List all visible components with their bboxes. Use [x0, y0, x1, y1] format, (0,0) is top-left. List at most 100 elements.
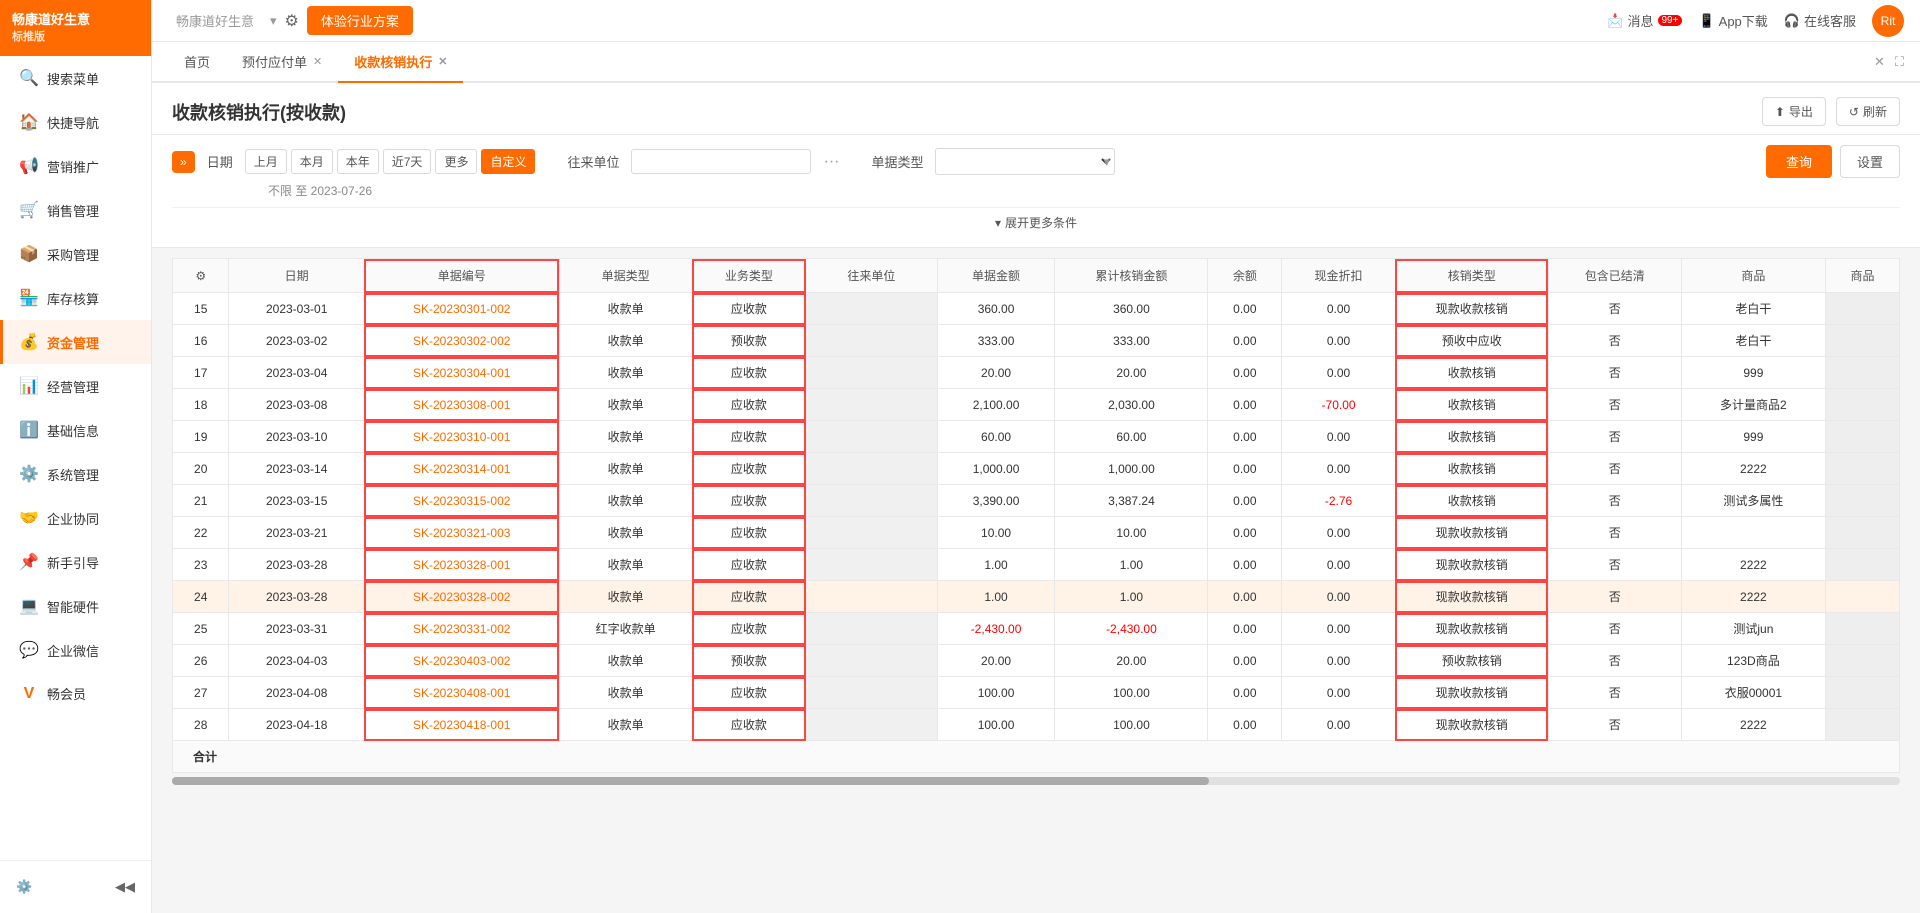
cell-balance: 0.00	[1208, 581, 1282, 613]
cell-verify-type: 现款收款核销	[1395, 293, 1548, 325]
horizontal-scrollbar[interactable]	[172, 777, 1900, 785]
expand-chevron-icon: ▾	[995, 216, 1001, 230]
cell-balance: 0.00	[1208, 421, 1282, 453]
cell-balance: 0.00	[1208, 549, 1282, 581]
cell-date: 2023-03-02	[229, 325, 364, 357]
tab-pre-paid[interactable]: 预付应付单 ✕	[226, 42, 338, 83]
sidebar-item-guide[interactable]: 📌 新手引导	[0, 540, 151, 584]
tab-home[interactable]: 首页	[168, 42, 226, 83]
cell-num: 17	[173, 357, 229, 389]
message-icon: 📩	[1607, 13, 1623, 29]
col-goods2-header: 商品	[1825, 259, 1899, 293]
doc-type-select[interactable]	[935, 148, 1115, 175]
sidebar-item-search-menu[interactable]: 🔍 搜索菜单	[0, 56, 151, 100]
cell-date: 2023-03-10	[229, 421, 364, 453]
col-include-settled-header: 包含已结清	[1548, 259, 1681, 293]
partner-dots[interactable]: ···	[823, 153, 839, 171]
sidebar-item-finance[interactable]: 💰 资金管理	[0, 320, 151, 364]
cell-partner	[806, 645, 937, 677]
filter-settings-button[interactable]: 设置	[1840, 145, 1900, 178]
cell-cash-discount: -2.76	[1282, 485, 1395, 517]
date-btn-last-month[interactable]: 上月	[245, 149, 287, 174]
sidebar-item-inventory[interactable]: 🏪 库存核算	[0, 276, 151, 320]
sidebar-bottom-settings[interactable]: ⚙️ ◀◀	[0, 869, 151, 905]
cell-date: 2023-04-18	[229, 709, 364, 741]
cell-doc-no: SK-20230302-002	[364, 325, 559, 357]
cell-biz-type: 应收款	[692, 613, 805, 645]
doc-no-link[interactable]: SK-20230310-001	[413, 430, 510, 444]
app-download-button[interactable]: 📱 App下载	[1698, 11, 1767, 30]
filter-collapse-button[interactable]: »	[172, 151, 195, 173]
topbar-settings-icon[interactable]: ⚙	[285, 11, 299, 31]
query-button[interactable]: 查询	[1766, 145, 1832, 178]
col-balance-header: 余额	[1208, 259, 1282, 293]
sidebar-item-sales[interactable]: 🛒 销售管理	[0, 188, 151, 232]
cell-num: 18	[173, 389, 229, 421]
sidebar-item-marketing[interactable]: 📢 营销推广	[0, 144, 151, 188]
date-btn-7days[interactable]: 近7天	[383, 149, 432, 174]
cell-partner	[806, 357, 937, 389]
date-btn-this-month[interactable]: 本月	[291, 149, 333, 174]
tab-collection-exec-close[interactable]: ✕	[438, 55, 447, 68]
doc-no-link[interactable]: SK-20230302-002	[413, 334, 510, 348]
cell-date: 2023-04-03	[229, 645, 364, 677]
doc-no-link[interactable]: SK-20230403-002	[413, 654, 510, 668]
messages-button[interactable]: 📩 消息 99+	[1607, 11, 1682, 30]
date-btn-more[interactable]: 更多	[435, 149, 477, 174]
sidebar-item-operation[interactable]: 📊 经营管理	[0, 364, 151, 408]
cell-partner	[806, 389, 937, 421]
sidebar-item-vip[interactable]: V 畅会员	[0, 672, 151, 715]
sidebar-item-system[interactable]: ⚙️ 系统管理	[0, 452, 151, 496]
tab-expand-icon[interactable]: ⛶	[1895, 54, 1904, 70]
cell-goods1: 123D商品	[1681, 645, 1825, 677]
sidebar-item-quick-nav[interactable]: 🏠 快捷导航	[0, 100, 151, 144]
col-amount-header: 单据金额	[937, 259, 1055, 293]
doc-no-link[interactable]: SK-20230408-001	[413, 686, 510, 700]
doc-no-link[interactable]: SK-20230331-002	[413, 622, 510, 636]
sidebar-item-basic-info[interactable]: ℹ️ 基础信息	[0, 408, 151, 452]
tab-collection-exec[interactable]: 收款核销执行 ✕	[338, 42, 463, 83]
sidebar-item-purchase[interactable]: 📦 采购管理	[0, 232, 151, 276]
cell-amount: 20.00	[937, 645, 1055, 677]
solution-button[interactable]: 体验行业方案	[307, 6, 413, 35]
topbar-chevron-down-icon[interactable]: ▾	[270, 13, 277, 29]
doc-no-link[interactable]: SK-20230314-001	[413, 462, 510, 476]
table-scroll-area[interactable]: ⚙ 日期 单据编号 单据类型 业务类型 往来单位 单据金额 累计核销金额 余额 …	[172, 248, 1900, 773]
doc-no-link[interactable]: SK-20230328-001	[413, 558, 510, 572]
doc-no-link[interactable]: SK-20230321-003	[413, 526, 510, 540]
doc-no-link[interactable]: SK-20230315-002	[413, 494, 510, 508]
doc-no-link[interactable]: SK-20230304-001	[413, 366, 510, 380]
cell-goods2	[1825, 453, 1899, 485]
date-btn-custom[interactable]: 自定义	[481, 149, 535, 174]
doc-no-link[interactable]: SK-20230308-001	[413, 398, 510, 412]
tab-pre-paid-close[interactable]: ✕	[313, 55, 322, 68]
cell-doc-type: 收款单	[559, 421, 692, 453]
tab-close-all-icon[interactable]: ✕	[1874, 54, 1885, 70]
bottom-collapse-icon[interactable]: ◀◀	[115, 879, 135, 895]
sidebar-item-smart-hardware[interactable]: 💻 智能硬件	[0, 584, 151, 628]
cell-amount: 1.00	[937, 581, 1055, 613]
date-btn-this-year[interactable]: 本年	[337, 149, 379, 174]
doc-no-link[interactable]: SK-20230328-002	[413, 590, 510, 604]
doc-no-link[interactable]: SK-20230301-002	[413, 302, 510, 316]
cell-include-settled: 否	[1548, 581, 1681, 613]
cell-goods1: 2222	[1681, 581, 1825, 613]
refresh-button[interactable]: ↺ 刷新	[1836, 97, 1900, 126]
cell-balance: 0.00	[1208, 293, 1282, 325]
sidebar-item-enterprise-wechat[interactable]: 💬 企业微信	[0, 628, 151, 672]
cell-goods2	[1825, 517, 1899, 549]
sidebar-item-enterprise-collab[interactable]: 🤝 企业协同	[0, 496, 151, 540]
cell-include-settled: 否	[1548, 325, 1681, 357]
doc-no-link[interactable]: SK-20230418-001	[413, 718, 510, 732]
partner-input[interactable]	[631, 149, 811, 174]
online-service-button[interactable]: 🎧 在线客服	[1784, 11, 1856, 30]
cell-include-settled: 否	[1548, 517, 1681, 549]
table-row: 26 2023-04-03 SK-20230403-002 收款单 预收款 20…	[173, 645, 1900, 677]
user-avatar[interactable]: Rit	[1872, 5, 1904, 37]
export-button[interactable]: ⬆ 导出	[1762, 97, 1826, 126]
cell-amount: 20.00	[937, 357, 1055, 389]
sidebar-logo: 畅康道好生意 标推版	[0, 0, 151, 56]
sidebar-logo-sub: 标推版	[12, 28, 90, 44]
col-settings-header[interactable]: ⚙	[173, 259, 229, 293]
expand-more-button[interactable]: ▾ 展开更多条件	[172, 207, 1900, 237]
